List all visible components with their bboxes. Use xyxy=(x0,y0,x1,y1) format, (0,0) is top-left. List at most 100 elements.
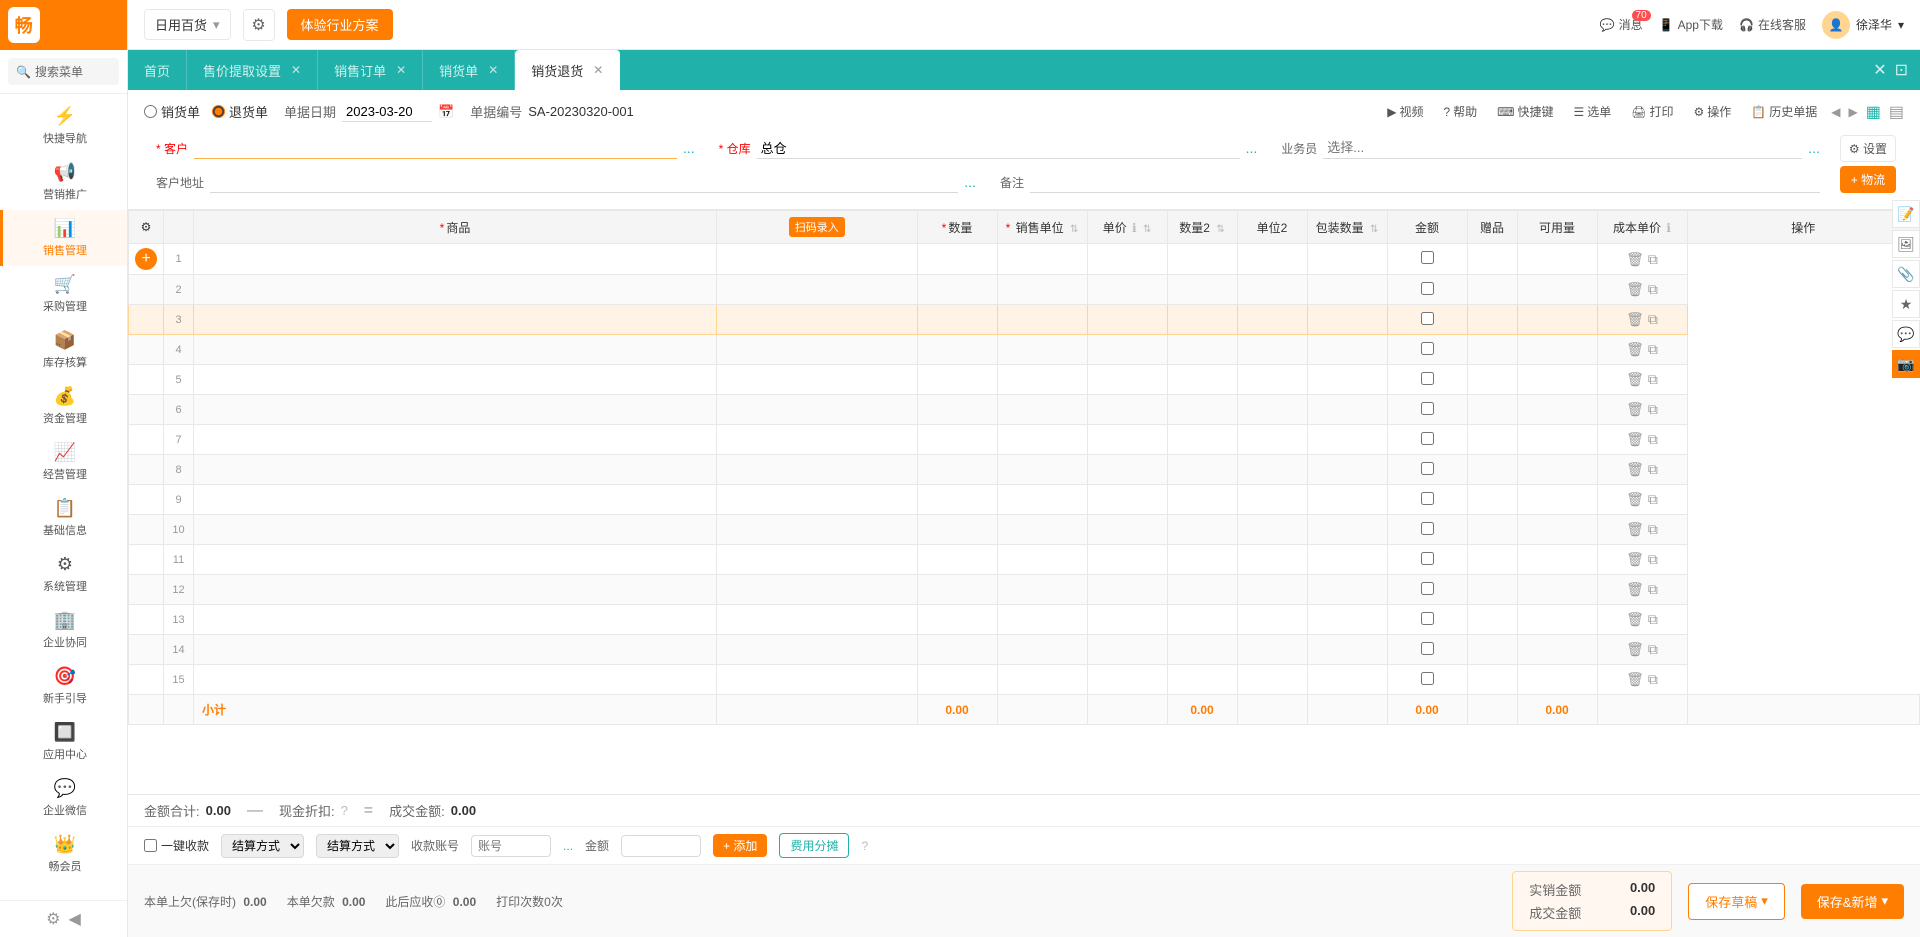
sidebar-search[interactable]: 🔍 搜索菜单 xyxy=(0,50,127,94)
delete-row-5[interactable]: 🗑 xyxy=(1626,371,1644,388)
customer-addr-dots-button[interactable]: ... xyxy=(964,174,976,190)
toolbar-nav-next[interactable]: ▶ xyxy=(1849,105,1858,119)
tab-home[interactable]: 首页 xyxy=(128,50,187,90)
fee-split-button[interactable]: 费用分摊 xyxy=(779,833,849,858)
fee-help-icon[interactable]: ? xyxy=(861,839,868,853)
tab-fullscreen-button[interactable]: ⊡ xyxy=(1891,56,1912,84)
delete-row-1[interactable]: 🗑 xyxy=(1626,251,1644,268)
sidebar-item-purchase[interactable]: 🛒 采购管理 xyxy=(0,266,127,322)
copy-row-7[interactable]: ⧉ xyxy=(1648,431,1658,448)
help-btn[interactable]: ? 帮助 xyxy=(1437,100,1483,123)
print-btn[interactable]: 🖨 打印 xyxy=(1625,100,1679,123)
toolbar-view-grid[interactable]: ▤ xyxy=(1889,102,1904,122)
message-button[interactable]: 💬 消息 70 xyxy=(1600,16,1643,33)
gift-checkbox-7[interactable] xyxy=(1421,432,1434,445)
video-btn[interactable]: ▶ 视频 xyxy=(1381,100,1429,123)
toolbar-nav-prev[interactable]: ◀ xyxy=(1831,105,1840,119)
sidebar-item-inventory[interactable]: 📦 库存核算 xyxy=(0,322,127,378)
one-key-payment-input[interactable] xyxy=(144,839,157,852)
copy-row-15[interactable]: ⧉ xyxy=(1648,671,1658,688)
right-star-button[interactable]: ★ xyxy=(1892,290,1920,318)
copy-row-2[interactable]: ⧉ xyxy=(1648,281,1658,298)
radio-return[interactable]: 退货单 xyxy=(212,102,268,121)
tab-sales-return-close[interactable]: ✕ xyxy=(593,63,603,77)
sidebar-item-marketing[interactable]: 📢 营销推广 xyxy=(0,154,127,210)
gift-checkbox-4[interactable] xyxy=(1421,342,1434,355)
delete-row-7[interactable]: 🗑 xyxy=(1626,431,1644,448)
radio-sales[interactable]: 销货单 xyxy=(144,102,200,121)
operate-btn[interactable]: ⚙ 操作 xyxy=(1688,100,1738,123)
warehouse-dots-button[interactable]: ... xyxy=(1246,140,1258,156)
sidebar-item-sales[interactable]: 📊 销售管理 xyxy=(0,210,127,266)
gift-checkbox-11[interactable] xyxy=(1421,552,1434,565)
gift-checkbox-10[interactable] xyxy=(1421,522,1434,535)
unit-price-sort-icon[interactable]: ⇅ xyxy=(1143,224,1151,235)
copy-row-9[interactable]: ⧉ xyxy=(1648,491,1658,508)
select-btn[interactable]: ☰ 选单 xyxy=(1568,100,1618,123)
delete-row-2[interactable]: 🗑 xyxy=(1626,281,1644,298)
salesman-dots-button[interactable]: ... xyxy=(1808,140,1820,156)
gift-checkbox-5[interactable] xyxy=(1421,372,1434,385)
app-download-button[interactable]: 📱 App下载 xyxy=(1659,16,1723,33)
gift-checkbox-1[interactable] xyxy=(1421,251,1434,264)
delete-row-11[interactable]: 🗑 xyxy=(1626,551,1644,568)
copy-row-8[interactable]: ⧉ xyxy=(1648,461,1658,478)
delete-row-6[interactable]: 🗑 xyxy=(1626,401,1644,418)
daily-goods-selector[interactable]: 日用百货 ▾ xyxy=(144,9,231,40)
save-new-button[interactable]: 保存&新增 ▾ xyxy=(1801,884,1904,919)
delete-row-10[interactable]: 🗑 xyxy=(1626,521,1644,538)
copy-row-12[interactable]: ⧉ xyxy=(1648,581,1658,598)
gift-checkbox-12[interactable] xyxy=(1421,582,1434,595)
search-menu-button[interactable]: 🔍 搜索菜单 xyxy=(8,58,119,85)
product-input-3[interactable] xyxy=(200,313,710,327)
gift-checkbox-14[interactable] xyxy=(1421,642,1434,655)
right-scan-button[interactable]: 📷 xyxy=(1892,350,1920,378)
sort-icon[interactable]: ⇅ xyxy=(1070,224,1078,235)
radio-sales-input[interactable] xyxy=(144,105,157,118)
sidebar-item-system[interactable]: ⚙ 系统管理 xyxy=(0,546,127,602)
delete-row-3[interactable]: 🗑 xyxy=(1626,311,1644,328)
remark-input[interactable] xyxy=(1030,171,1820,193)
copy-row-10[interactable]: ⧉ xyxy=(1648,521,1658,538)
copy-row-5[interactable]: ⧉ xyxy=(1648,371,1658,388)
delete-row-13[interactable]: 🗑 xyxy=(1626,611,1644,628)
delete-row-8[interactable]: 🗑 xyxy=(1626,461,1644,478)
radio-return-input[interactable] xyxy=(212,105,225,118)
sidebar-item-shortcut[interactable]: ⚡ 快捷导航 xyxy=(0,98,127,154)
settings-side-button[interactable]: ⚙ 设置 xyxy=(1840,135,1896,162)
gift-checkbox-2[interactable] xyxy=(1421,282,1434,295)
customer-addr-input[interactable] xyxy=(210,171,958,193)
unit-price-info-icon[interactable]: ℹ xyxy=(1132,221,1137,235)
settlement-method-select[interactable]: 结算方式 xyxy=(221,834,304,858)
copy-row-13[interactable]: ⧉ xyxy=(1648,611,1658,628)
account-dots[interactable]: ... xyxy=(563,839,573,853)
cost-price-info-icon[interactable]: ℹ xyxy=(1666,221,1671,235)
gift-checkbox-8[interactable] xyxy=(1421,462,1434,475)
discount-help-icon[interactable]: ? xyxy=(341,803,348,818)
copy-row-4[interactable]: ⧉ xyxy=(1648,341,1658,358)
logistics-side-button[interactable]: + 物流 xyxy=(1840,166,1896,193)
save-draft-button[interactable]: 保存草稿 ▾ xyxy=(1688,883,1785,920)
user-info[interactable]: 👤 徐泽华 ▾ xyxy=(1822,11,1904,39)
copy-row-14[interactable]: ⧉ xyxy=(1648,641,1658,658)
delete-row-14[interactable]: 🗑 xyxy=(1626,641,1644,658)
sidebar-item-member[interactable]: 👑 畅会员 xyxy=(0,826,127,882)
copy-row-1[interactable]: ⧉ xyxy=(1648,251,1658,268)
add-payment-button[interactable]: + 添加 xyxy=(713,834,767,857)
experience-button[interactable]: 体验行业方案 xyxy=(287,9,393,40)
sidebar-item-finance[interactable]: 💰 资金管理 xyxy=(0,378,127,434)
warehouse-input[interactable] xyxy=(757,137,1240,159)
sidebar-settings-button[interactable]: ⚙ xyxy=(46,909,60,929)
copy-row-3[interactable]: ⧉ xyxy=(1648,311,1658,328)
online-service-button[interactable]: 🎧 在线客服 xyxy=(1739,16,1806,33)
date-input[interactable] xyxy=(342,102,432,122)
account-input[interactable] xyxy=(471,835,551,857)
tab-sales-delivery-close[interactable]: ✕ xyxy=(488,63,498,77)
gift-checkbox-6[interactable] xyxy=(1421,402,1434,415)
tab-price-setting-close[interactable]: ✕ xyxy=(291,63,301,77)
right-chat-button[interactable]: 💬 xyxy=(1892,320,1920,348)
delete-row-4[interactable]: 🗑 xyxy=(1626,341,1644,358)
sidebar-item-wechat[interactable]: 💬 企业微信 xyxy=(0,770,127,826)
sidebar-item-enterprise[interactable]: 🏢 企业协同 xyxy=(0,602,127,658)
scan-button[interactable]: 扫码录入 xyxy=(789,217,845,237)
